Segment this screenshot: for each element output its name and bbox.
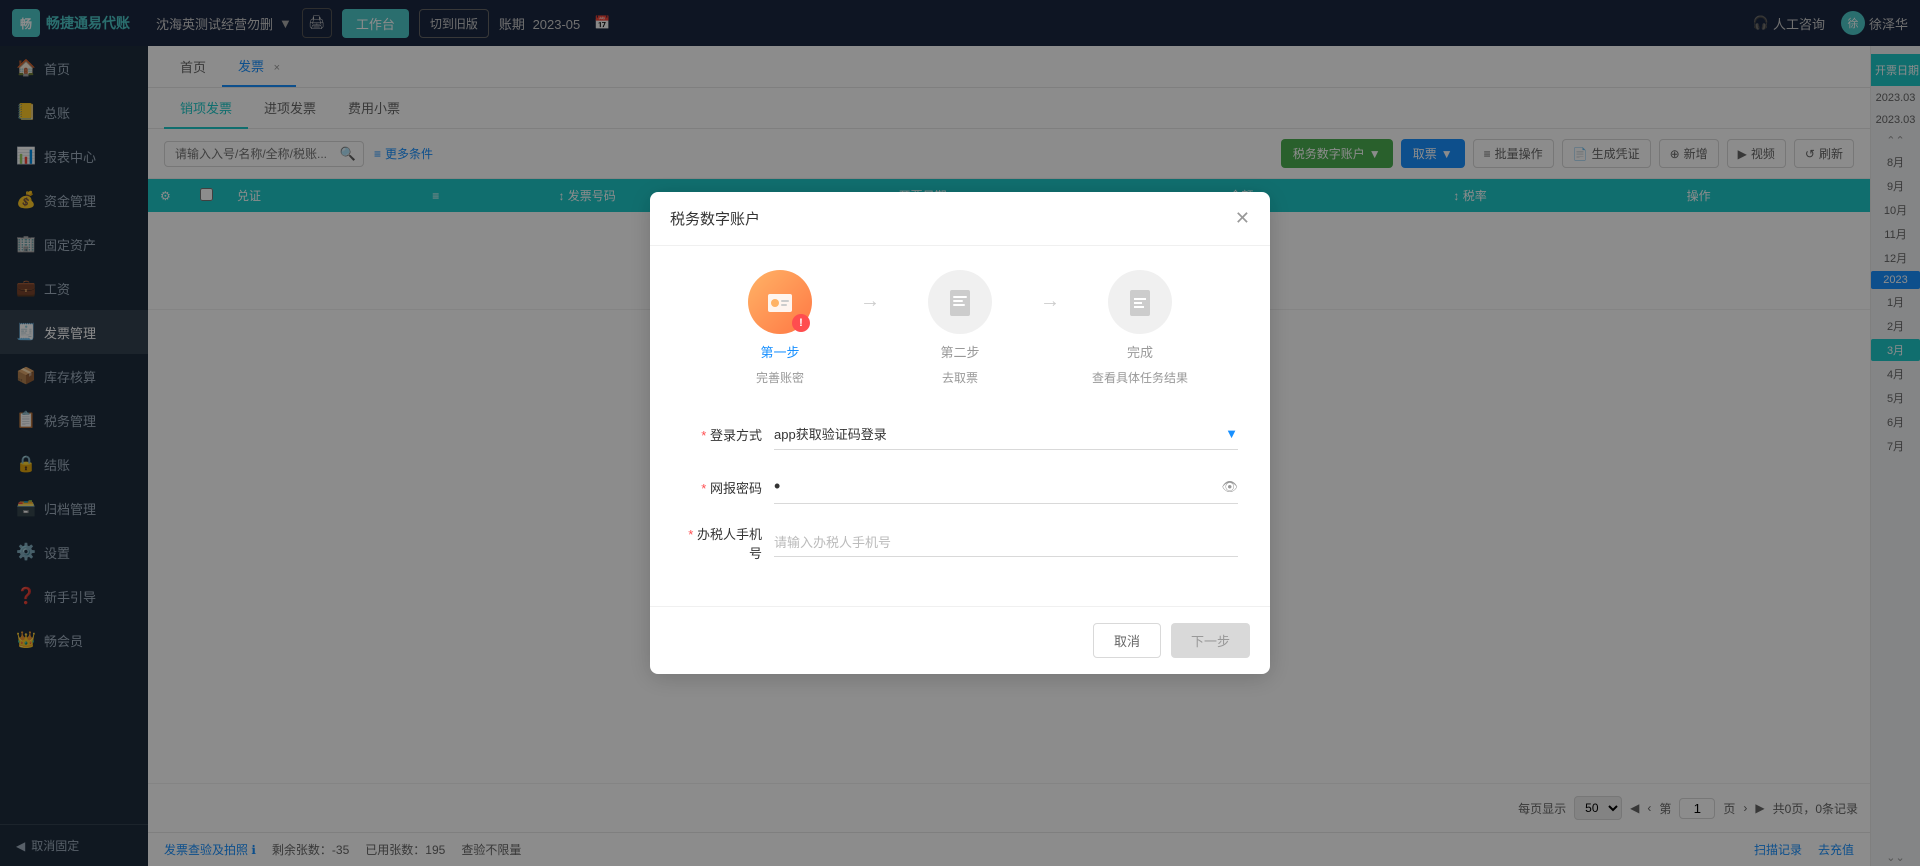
step-1-icon: ! — [748, 270, 812, 334]
phone-label: * 办税人手机号 — [682, 524, 762, 562]
step-arrow-2: → — [1040, 290, 1060, 313]
step-1-title: 第一步 — [760, 342, 799, 361]
modal-body: ! 第一步 完善账密 → — [650, 246, 1270, 606]
eye-toggle-icon[interactable]: 👁 — [1221, 479, 1238, 495]
required-mark: * — [701, 428, 706, 443]
form-item-password: * 网报密码 • 👁 — [682, 470, 1238, 504]
select-arrow-icon: ▼ — [1225, 426, 1238, 441]
login-method-label: * 登录方式 — [682, 425, 762, 444]
modal-overlay: 税务数字账户 ✕ ! 第一步 — [0, 0, 1920, 866]
invoice-step-icon — [944, 286, 976, 318]
complete-step-icon — [1124, 286, 1156, 318]
cancel-button[interactable]: 取消 — [1093, 623, 1161, 658]
phone-input[interactable] — [774, 529, 1238, 557]
steps-container: ! 第一步 完善账密 → — [682, 270, 1238, 386]
id-card-icon — [764, 286, 796, 318]
password-dots: • — [774, 476, 782, 497]
step-2: 第二步 去取票 — [880, 270, 1040, 386]
password-label: * 网报密码 — [682, 478, 762, 497]
step-arrow-1: → — [860, 290, 880, 313]
step-2-title: 第二步 — [940, 342, 979, 361]
step-3-desc: 查看具体任务结果 — [1092, 369, 1188, 386]
next-step-button[interactable]: 下一步 — [1171, 623, 1250, 658]
step-1: ! 第一步 完善账密 — [700, 270, 860, 386]
modal-footer: 取消 下一步 — [650, 606, 1270, 674]
step-3-title: 完成 — [1127, 342, 1153, 361]
step-3: 完成 查看具体任务结果 — [1060, 270, 1220, 386]
modal-close-button[interactable]: ✕ — [1235, 208, 1250, 229]
modal-title: 税务数字账户 — [670, 208, 760, 229]
tax-digital-modal: 税务数字账户 ✕ ! 第一步 — [650, 192, 1270, 674]
password-field: • 👁 — [774, 470, 1238, 504]
login-method-select[interactable]: app获取验证码登录 ▼ — [774, 418, 1238, 450]
required-mark-3: * — [688, 527, 693, 542]
form-item-login-method: * 登录方式 app获取验证码登录 ▼ — [682, 418, 1238, 450]
step-2-icon — [928, 270, 992, 334]
step-1-desc: 完善账密 — [756, 369, 804, 386]
required-mark-2: * — [701, 481, 706, 496]
step-3-icon — [1108, 270, 1172, 334]
step-2-desc: 去取票 — [942, 369, 978, 386]
modal-header: 税务数字账户 ✕ — [650, 192, 1270, 246]
step-1-badge: ! — [792, 314, 810, 332]
form-item-phone: * 办税人手机号 — [682, 524, 1238, 562]
